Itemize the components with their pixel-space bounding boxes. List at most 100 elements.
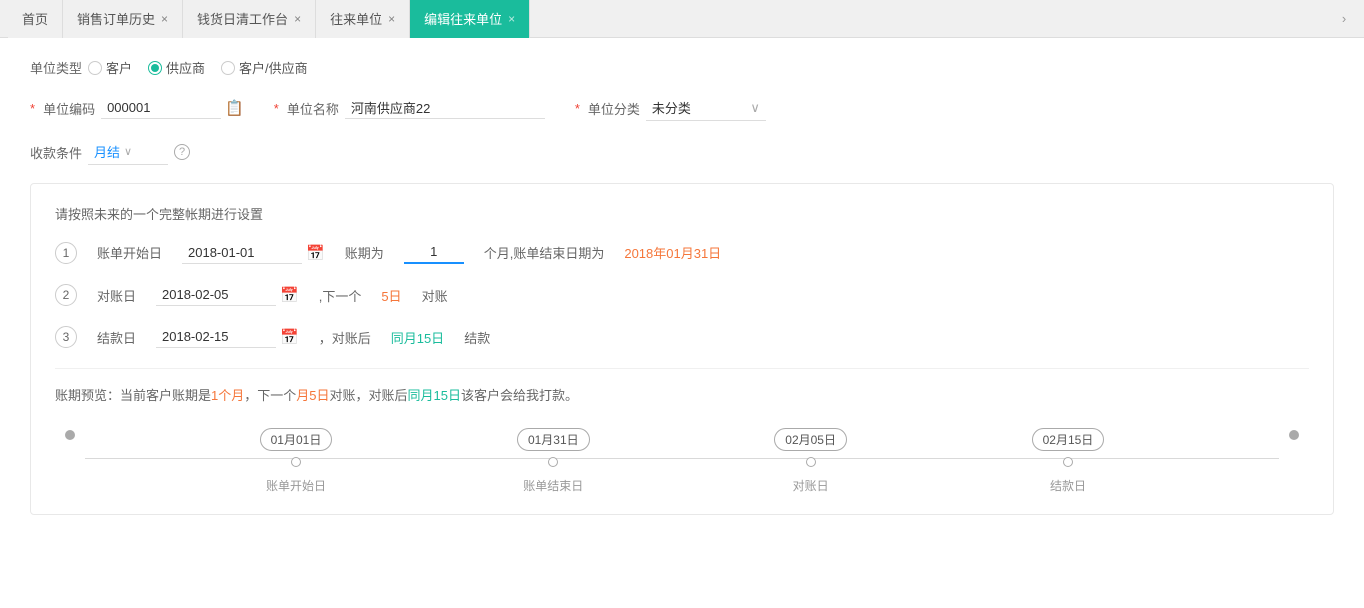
unit-category-dropdown-icon: ∨ <box>750 100 760 116</box>
timeline-right-dot <box>1289 430 1299 440</box>
tab-edit-partner-label: 编辑往来单位 <box>424 9 502 28</box>
tab-sales-order-history[interactable]: 销售订单历史 × <box>63 0 183 38</box>
payment-terms-help-icon[interactable]: ? <box>174 144 190 160</box>
step-3-num: 3 <box>55 326 77 348</box>
tab-cash-work-label: 钱货日清工作台 <box>197 9 288 28</box>
radio-both-label: 客户/供应商 <box>239 58 308 77</box>
preview-p4: 该客户会给我打款。 <box>461 388 578 403</box>
tab-edit-partner-close[interactable]: × <box>508 12 515 26</box>
step-3-date-wrap: 📅 <box>156 326 299 348</box>
tab-sales-order-history-close[interactable]: × <box>161 12 168 26</box>
unit-info-row: * 单位编码 📋 * 单位名称 * 单位分类 未分类 ∨ <box>30 95 1334 121</box>
timeline-badge-1: 01月01日 <box>260 428 333 451</box>
step-1-row: 1 账单开始日 📅 账期为 个月,账单结束日期为 2018年01月31日 <box>55 241 1309 264</box>
timeline-sub-3: 对账日 <box>793 477 829 494</box>
step-1-calendar-icon[interactable]: 📅 <box>306 244 325 262</box>
preview-text: 账期预览：当前客户账期是1个月，下一个月5日对账，对账后同月15日该客户会给我打… <box>55 385 1309 404</box>
timeline-right-end <box>1289 428 1299 440</box>
step-3-desc-highlight: 同月15日 <box>391 328 444 347</box>
unit-code-input[interactable] <box>101 97 221 119</box>
unit-name-label: 单位名称 <box>287 99 339 118</box>
unit-code-copy-icon[interactable]: 📋 <box>225 99 244 117</box>
step-2-desc-highlight: 5日 <box>381 286 401 305</box>
preview-p1: 当前客户账期是 <box>120 388 211 403</box>
unit-category-select[interactable]: 未分类 ∨ <box>646 95 766 121</box>
unit-type-radio-group: 客户 供应商 客户/供应商 <box>88 58 308 77</box>
step-3-calendar-icon[interactable]: 📅 <box>280 328 299 346</box>
radio-customer-label: 客户 <box>106 58 132 77</box>
content-area: 单位类型 客户 供应商 客户/供应商 * 单位编码 <box>0 38 1364 608</box>
unit-code-label: 单位编码 <box>43 99 95 118</box>
radio-customer[interactable]: 客户 <box>88 58 132 77</box>
tab-cash-work-close[interactable]: × <box>294 12 301 26</box>
unit-name-required: * <box>274 101 279 116</box>
timeline-badge-3: 02月05日 <box>774 428 847 451</box>
tab-cash-work[interactable]: 钱货日清工作台 × <box>183 0 316 38</box>
step-1-period-label: 账期为 <box>345 243 384 262</box>
unit-code-required: * <box>30 101 35 116</box>
unit-name-field: * 单位名称 <box>274 97 545 119</box>
step-2-desc-suffix: 对账 <box>422 286 448 305</box>
timeline-dot-4 <box>1063 457 1073 467</box>
step-3-label: 结款日 <box>97 328 136 347</box>
step-2-label: 对账日 <box>97 286 136 305</box>
unit-category-required: * <box>575 101 580 116</box>
unit-name-input[interactable] <box>345 97 545 119</box>
timeline-node-3: 02月05日 对账日 <box>774 428 847 494</box>
tab-edit-partner[interactable]: 编辑往来单位 × <box>410 0 530 38</box>
unit-category-value: 未分类 <box>652 98 691 117</box>
radio-both-circle <box>221 61 235 75</box>
timeline-badge-2: 01月31日 <box>517 428 590 451</box>
panel-hint: 请按照未来的一个完整帐期进行设置 <box>55 204 1309 223</box>
step-2-calendar-icon[interactable]: 📅 <box>280 286 299 304</box>
timeline-nodes: 01月01日 账单开始日 01月31日 账单结束日 02月05日 对账日 <box>65 428 1299 494</box>
preview-label: 账期预览： <box>55 388 120 403</box>
step-1-date-input[interactable] <box>182 242 302 264</box>
step-1-period-input[interactable] <box>404 241 464 264</box>
tab-more-button[interactable]: › <box>1332 0 1356 38</box>
timeline-node-2: 01月31日 账单结束日 <box>517 428 590 494</box>
payment-terms-value: 月结 <box>94 142 120 161</box>
timeline-badge-4: 02月15日 <box>1032 428 1105 451</box>
radio-both[interactable]: 客户/供应商 <box>221 58 308 77</box>
tab-sales-order-history-label: 销售订单历史 <box>77 9 155 28</box>
unit-code-field: * 单位编码 📋 <box>30 97 244 119</box>
payment-terms-field: 收款条件 月结 ∨ ? <box>30 139 190 165</box>
unit-code-input-wrap: 📋 <box>101 97 244 119</box>
tab-home-label: 首页 <box>22 9 48 28</box>
timeline-dot-3 <box>806 457 816 467</box>
timeline-dot-1 <box>291 457 301 467</box>
step-2-desc-prefix: ,下一个 <box>319 286 362 305</box>
step-2-num: 2 <box>55 284 77 306</box>
timeline-container: 01月01日 账单开始日 01月31日 账单结束日 02月05日 对账日 <box>55 428 1309 494</box>
preview-highlight-5th: 月5日 <box>296 388 329 403</box>
tabs-bar: 首页 销售订单历史 × 钱货日清工作台 × 往来单位 × 编辑往来单位 × › <box>0 0 1364 38</box>
unit-category-field: * 单位分类 未分类 ∨ <box>575 95 766 121</box>
unit-type-field: 单位类型 客户 供应商 客户/供应商 <box>30 58 308 77</box>
step-2-row: 2 对账日 📅 ,下一个 5日 对账 <box>55 284 1309 306</box>
step-1-date-wrap: 📅 <box>182 242 325 264</box>
step-3-date-input[interactable] <box>156 326 276 348</box>
tab-partner-units[interactable]: 往来单位 × <box>316 0 410 38</box>
timeline-sub-2: 账单结束日 <box>523 477 583 494</box>
timeline-node-4: 02月15日 结款日 <box>1032 428 1105 494</box>
tab-partner-units-close[interactable]: × <box>388 12 395 26</box>
unit-type-label: 单位类型 <box>30 58 82 77</box>
preview-p3: 对账，对账后 <box>330 388 408 403</box>
tab-home[interactable]: 首页 <box>8 0 63 38</box>
radio-supplier[interactable]: 供应商 <box>148 58 205 77</box>
timeline-sub-1: 账单开始日 <box>266 477 326 494</box>
tab-partner-units-label: 往来单位 <box>330 9 382 28</box>
step-3-row: 3 结款日 📅 ，对账后 同月15日 结款 <box>55 326 1309 348</box>
payment-terms-arrow-icon: ∨ <box>124 145 132 158</box>
unit-category-label: 单位分类 <box>588 99 640 118</box>
timeline-left-end <box>65 428 75 440</box>
preview-section: 账期预览：当前客户账期是1个月，下一个月5日对账，对账后同月15日该客户会给我打… <box>55 368 1309 494</box>
step-2-date-input[interactable] <box>156 284 276 306</box>
preview-p2: ，下一个 <box>244 388 296 403</box>
payment-terms-select[interactable]: 月结 ∨ <box>88 139 168 165</box>
preview-highlight-15th: 同月15日 <box>408 388 461 403</box>
timeline-dot-2 <box>548 457 558 467</box>
radio-customer-circle <box>88 61 102 75</box>
step-3-desc-suffix: 结款 <box>464 328 490 347</box>
